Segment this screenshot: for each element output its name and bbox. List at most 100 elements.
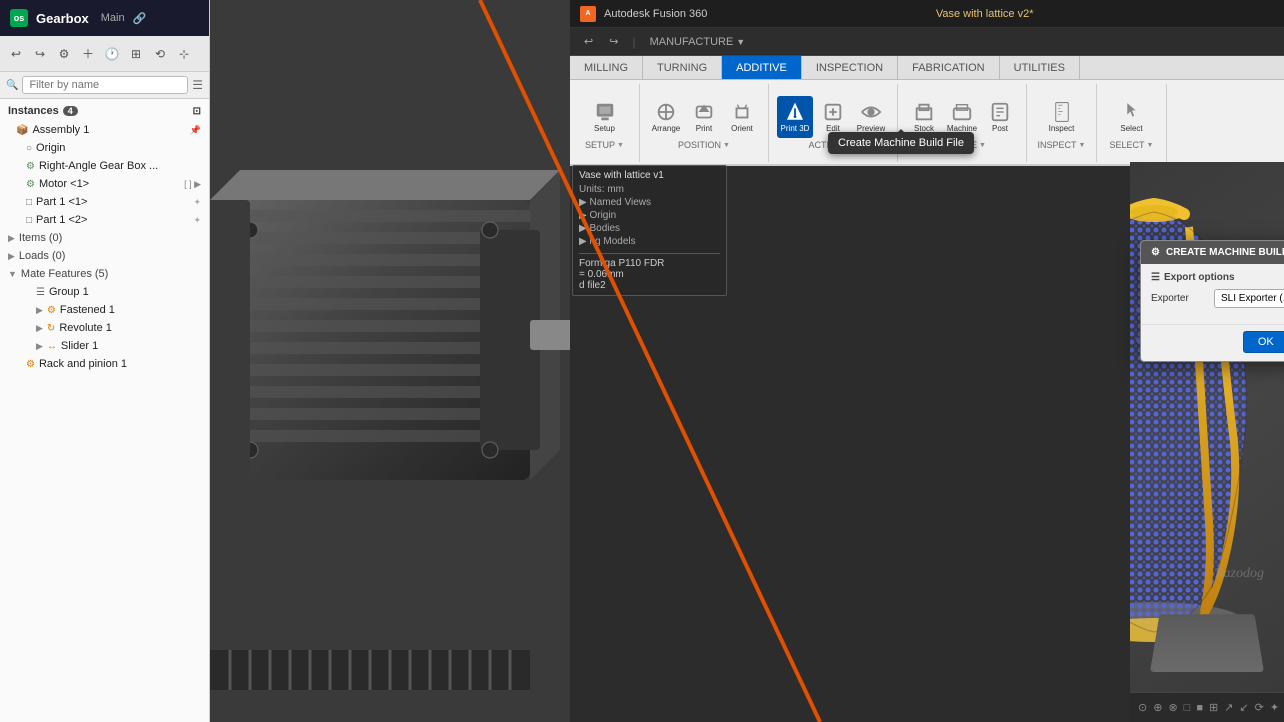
fb-settings[interactable]: ⊙ xyxy=(1138,701,1147,714)
tree-panel: Instances 4 ⊡ 📦 Assembly 1 📌 ○ Origin ⚙ … xyxy=(0,99,209,722)
fb-rotate[interactable]: ⟳ xyxy=(1255,701,1264,714)
setup-icon[interactable]: Setup xyxy=(587,96,623,138)
assembly-icon: 📦 xyxy=(16,125,28,136)
fusion-logo: A xyxy=(580,6,596,22)
revolute1-icon: ↻ xyxy=(47,323,55,334)
motor-expand-icon[interactable]: [ ] ▶ xyxy=(184,179,201,190)
arrange-icon[interactable]: Arrange xyxy=(648,96,684,138)
export-options-title: ☰ Export options xyxy=(1151,272,1284,283)
fastened1-item[interactable]: ▶ ⚙ Fastened 1 xyxy=(0,301,209,319)
models-row[interactable]: ▶ ng Models xyxy=(579,236,720,247)
move-icon[interactable]: ⟲ xyxy=(150,44,170,64)
tab-additive[interactable]: ADDITIVE xyxy=(722,56,802,79)
cmb-dialog-title: CREATE MACHINE BUILD FILE xyxy=(1166,247,1284,258)
group1-item[interactable]: ☰ Group 1 xyxy=(0,283,209,301)
redo-icon[interactable]: ↪ xyxy=(30,44,50,64)
assemble-icon[interactable]: ⊞ xyxy=(126,44,146,64)
inspect-group-label: INSPECT ▼ xyxy=(1038,140,1086,150)
motor-item[interactable]: ⚙ Motor <1> [ ] ▶ xyxy=(0,175,209,193)
onshape-nav: Main xyxy=(101,12,125,24)
post-icon[interactable]: Post xyxy=(982,96,1018,138)
exporter-row: Exporter SLI Exporter (.sli) xyxy=(1151,289,1284,308)
insert-icon[interactable]: ＋ xyxy=(78,44,98,64)
bodies-row[interactable]: ▶ Bodies xyxy=(579,223,720,234)
printer-name: Formiga P110 FDR xyxy=(579,258,720,269)
select-cursor-icon[interactable]: Select xyxy=(1114,96,1150,138)
revolute1-item[interactable]: ▶ ↻ Revolute 1 xyxy=(0,319,209,337)
loads-chevron: ▶ xyxy=(8,251,15,262)
list-icon[interactable]: ☰ xyxy=(192,78,203,92)
revolute1-label: Revolute 1 xyxy=(59,322,112,334)
fb-grid[interactable]: □ xyxy=(1184,702,1191,714)
items-section[interactable]: ▶ Items (0) xyxy=(0,229,209,247)
print3d-icon[interactable]: Print 3D xyxy=(777,96,813,138)
undo-icon[interactable]: ↩ xyxy=(6,44,26,64)
filter-icon: 🔍 xyxy=(6,80,18,91)
search-bar: 🔍 ☰ xyxy=(0,72,209,99)
mate-features-section[interactable]: ▼ Mate Features (5) xyxy=(0,265,209,283)
loads-label: Loads (0) xyxy=(19,250,65,262)
rack-pinion-item[interactable]: ⚙ Rack and pinion 1 xyxy=(0,355,209,373)
items-label: Items (0) xyxy=(19,232,62,244)
select-group-label: SELECT ▼ xyxy=(1110,140,1154,150)
print-icon[interactable]: Print xyxy=(686,96,722,138)
cmb-ok-button[interactable]: OK xyxy=(1243,331,1284,353)
manufacture-dropdown[interactable]: MANUFACTURE ▼ xyxy=(644,34,752,50)
units-row: Units: mm xyxy=(579,184,720,195)
tab-milling[interactable]: MILLING xyxy=(570,56,643,79)
gearbox-item[interactable]: ⚙ Right-Angle Gear Box ... xyxy=(0,157,209,175)
onshape-toolbar: ↩ ↪ ⚙ ＋ 🕐 ⊞ ⟲ ⊹ xyxy=(0,36,209,72)
fb-layers[interactable]: ■ xyxy=(1196,702,1203,714)
undo-btn[interactable]: ↩ xyxy=(578,33,599,50)
loads-section[interactable]: ▶ Loads (0) xyxy=(0,247,209,265)
onshape-header: os Gearbox Main 🔗 xyxy=(0,0,209,36)
layer-info: = 0.06mm xyxy=(579,269,720,280)
origin-item[interactable]: ○ Origin xyxy=(0,139,209,157)
part2-item[interactable]: □ Part 1 <2> ✦ xyxy=(0,211,209,229)
assembly-label: Assembly 1 xyxy=(32,124,89,136)
named-views-row[interactable]: ▶ Named Views xyxy=(579,197,720,208)
part2-mate: ✦ xyxy=(193,215,201,226)
fb-close[interactable]: ⊗ xyxy=(1168,701,1177,714)
slider1-item[interactable]: ▶ ↔ Slider 1 xyxy=(0,337,209,355)
ruler-icon[interactable]: Inspect xyxy=(1044,96,1080,138)
ribbon-group-position: Arrange Print Orient POSITION ▼ xyxy=(640,84,769,162)
fusion-win-controls xyxy=(1262,7,1274,21)
motor-label: Motor <1> xyxy=(39,178,89,190)
settings-icon[interactable]: ⚙ xyxy=(54,44,74,64)
vase-svg xyxy=(1130,162,1284,662)
expand-icon[interactable]: ⊡ xyxy=(193,106,201,117)
part1-icon: □ xyxy=(26,197,32,208)
origin-row[interactable]: ▶ Origin xyxy=(579,210,720,221)
fb-stack[interactable]: ⊞ xyxy=(1209,701,1218,714)
part1-mate: ✦ xyxy=(193,197,201,208)
slider1-label: Slider 1 xyxy=(61,340,98,352)
motor-icon: ⚙ xyxy=(26,179,35,190)
assembly-item[interactable]: 📦 Assembly 1 📌 xyxy=(0,121,209,139)
exporter-select-wrapper: SLI Exporter (.sli) xyxy=(1214,289,1284,308)
fastened1-label: Fastened 1 xyxy=(60,304,115,316)
tab-turning[interactable]: TURNING xyxy=(643,56,722,79)
fusion-bottombar: ⊙ ⊕ ⊗ □ ■ ⊞ ↗ ↙ ⟳ ✦ ↑ ⊡ ⊟ xyxy=(1130,692,1284,722)
fb-add[interactable]: ⊕ xyxy=(1153,701,1162,714)
fb-expand[interactable]: ↗ xyxy=(1224,701,1233,714)
cmb-dialog-footer: OK Cancel xyxy=(1141,324,1284,361)
grid-icon[interactable]: ⊹ xyxy=(174,44,194,64)
cmb-dialog-body: ☰ Export options Exporter SLI Exporter (… xyxy=(1141,264,1284,324)
mate-chevron: ▼ xyxy=(8,269,17,279)
fb-contract[interactable]: ↙ xyxy=(1239,701,1248,714)
redo-btn[interactable]: ↪ xyxy=(603,33,624,50)
tab-inspection[interactable]: INSPECTION xyxy=(802,56,898,79)
search-input[interactable] xyxy=(22,76,188,94)
exporter-select[interactable]: SLI Exporter (.sli) xyxy=(1214,289,1284,308)
cmb-dialog: ⚙ CREATE MACHINE BUILD FILE ☰ Export opt… xyxy=(1140,240,1284,362)
setup-icons: Setup xyxy=(587,96,623,138)
fb-star[interactable]: ✦ xyxy=(1270,701,1279,714)
tab-fabrication[interactable]: FABRICATION xyxy=(898,56,1000,79)
clock-icon[interactable]: 🕐 xyxy=(102,44,122,64)
tab-utilities[interactable]: UTILITIES xyxy=(1000,56,1080,79)
onshape-panel: os Gearbox Main 🔗 ↩ ↪ ⚙ ＋ 🕐 ⊞ ⟲ ⊹ 🔍 ☰ In… xyxy=(0,0,210,722)
mate-label: Mate Features (5) xyxy=(21,268,108,280)
part1-item[interactable]: □ Part 1 <1> ✦ xyxy=(0,193,209,211)
orient-icon[interactable]: Orient xyxy=(724,96,760,138)
